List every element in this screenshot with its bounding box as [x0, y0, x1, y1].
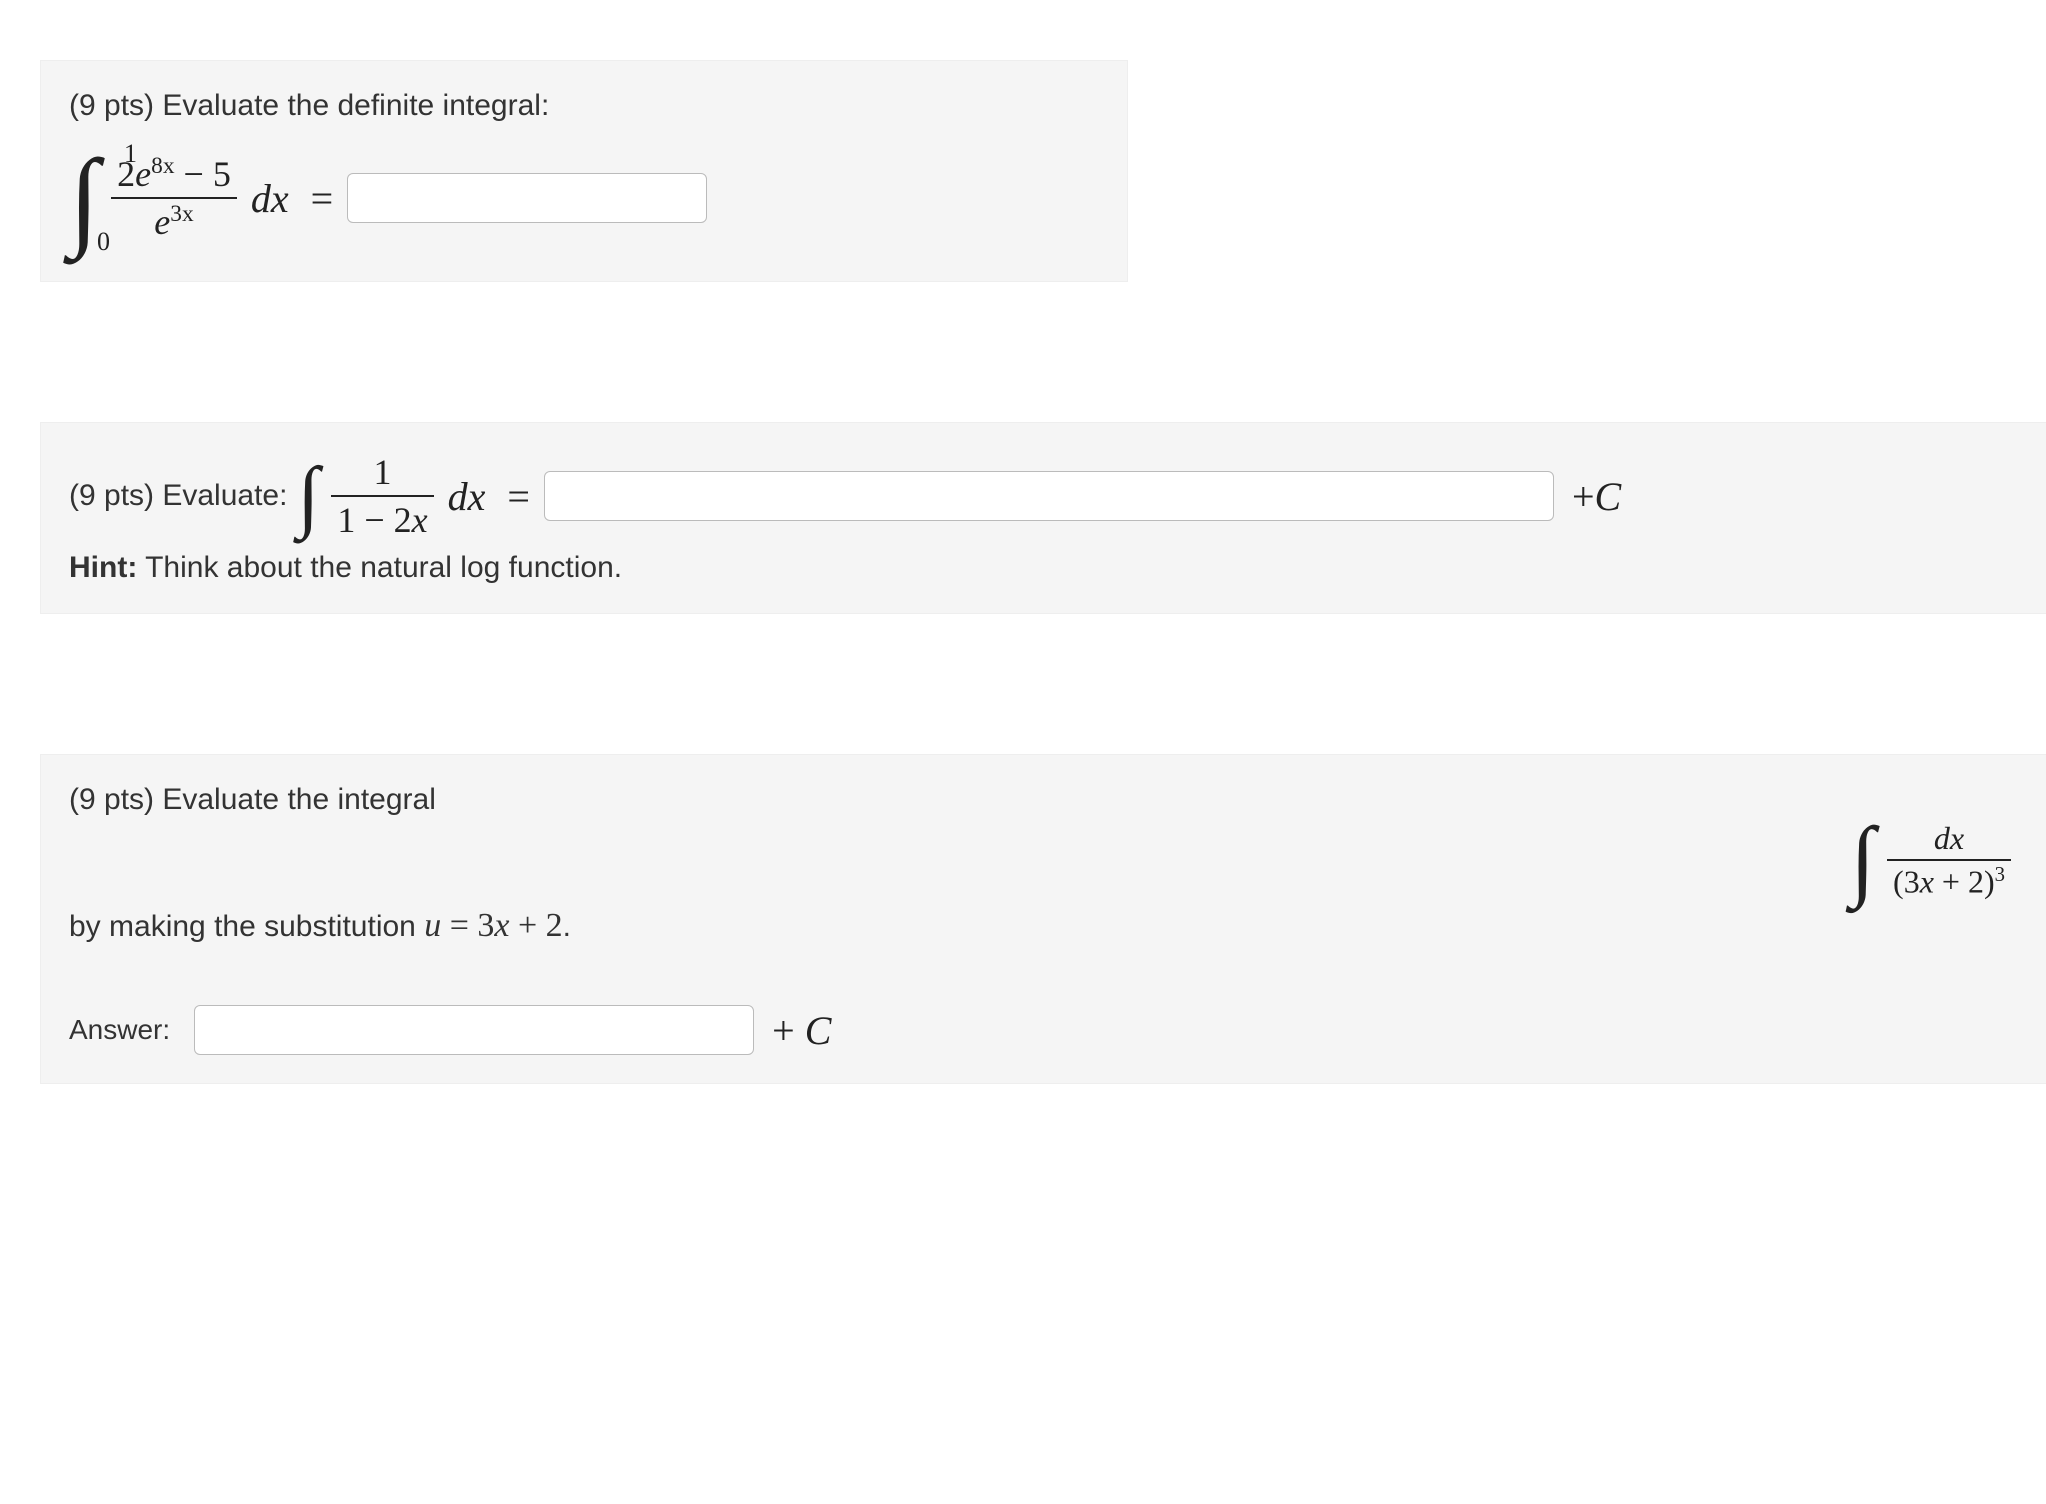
page-content: (9 pts) Evaluate the definite integral: … — [0, 0, 2046, 1144]
answer-label: Answer: — [69, 1014, 170, 1046]
problem-3: (9 pts) Evaluate the integral ∫ dx (3x +… — [40, 754, 2046, 1084]
answer-row: Answer: + C — [69, 1005, 2029, 1055]
problem-2-hint: Hint: Think about the natural log functi… — [69, 551, 2029, 585]
problem-2: (9 pts) Evaluate: ∫ 1 1 − 2x dx = +C Hin… — [40, 422, 2046, 614]
denominator: (3x + 2)3 — [1887, 861, 2011, 901]
plus-c: +C — [1572, 473, 1621, 520]
denominator: 1 − 2x — [331, 497, 433, 541]
numerator: dx — [1928, 820, 1970, 859]
integrand-fraction: dx (3x + 2)3 — [1887, 820, 2011, 901]
problem-3-integral: ∫ dx (3x + 2)3 — [1850, 815, 2017, 905]
problem-2-equation-row: (9 pts) Evaluate: ∫ 1 1 − 2x dx = +C — [69, 451, 2029, 541]
lower-limit: 0 — [97, 229, 110, 255]
denominator: e3x — [148, 199, 199, 243]
definite-integral: ∫ 1 0 2e8x − 5 e3x dx = — [69, 143, 347, 253]
equals-sign: = — [507, 473, 530, 520]
plus-c: + C — [772, 1007, 831, 1054]
integral-sign: ∫ — [1850, 815, 1875, 905]
answer-input-1[interactable] — [347, 173, 707, 223]
problem-3-prompt: (9 pts) Evaluate the integral — [69, 783, 2029, 817]
substitution-line: by making the substitution u = 3x + 2. — [69, 907, 2029, 945]
hint-label: Hint: — [69, 551, 137, 584]
problem-2-prompt: (9 pts) Evaluate: — [69, 479, 287, 513]
problem-1: (9 pts) Evaluate the definite integral: … — [40, 60, 1128, 282]
dx: dx — [448, 473, 486, 520]
integral-sign: ∫ 1 0 — [69, 143, 99, 253]
indefinite-integral: ∫ 1 1 − 2x dx = — [297, 451, 544, 541]
answer-input-2[interactable] — [544, 471, 1554, 521]
problem-1-equation-row: ∫ 1 0 2e8x − 5 e3x dx = — [69, 143, 1099, 253]
numerator: 1 — [368, 451, 398, 495]
dx: dx — [251, 175, 289, 222]
problem-1-prompt: (9 pts) Evaluate the definite integral: — [69, 89, 1099, 123]
hint-text: Think about the natural log function. — [137, 551, 622, 584]
integrand-fraction: 1 1 − 2x — [331, 451, 433, 541]
equals-sign: = — [311, 175, 334, 222]
upper-limit: 1 — [124, 141, 137, 167]
integral-sign: ∫ — [297, 456, 319, 536]
answer-input-3[interactable] — [194, 1005, 754, 1055]
